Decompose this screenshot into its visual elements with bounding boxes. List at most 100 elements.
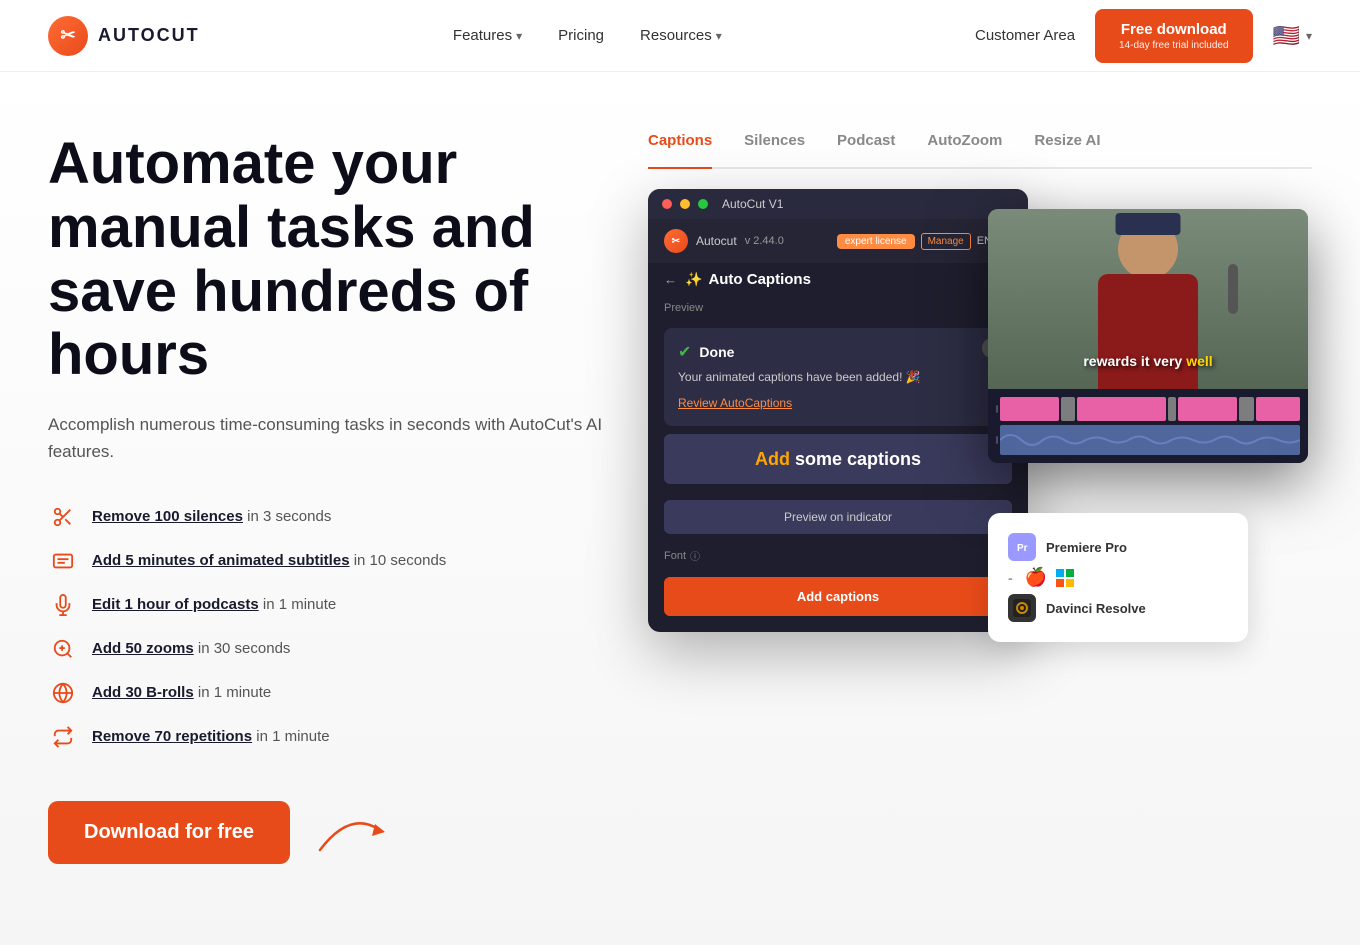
- app-panel: AutoCut V1 ✂ Autocut v 2.44.0 expert lic…: [648, 189, 1028, 632]
- zoom-icon: [48, 634, 78, 664]
- nav-logo[interactable]: ✂ AUTOCUT: [48, 16, 200, 56]
- resources-chevron-icon: ▾: [716, 29, 722, 43]
- timeline-block: [1178, 397, 1237, 421]
- done-message: Your animated captions have been added! …: [678, 370, 998, 384]
- manage-button[interactable]: Manage: [921, 233, 971, 250]
- nav-links: Features ▾ Pricing Resources ▾: [453, 27, 722, 44]
- tab-podcast[interactable]: Podcast: [837, 132, 895, 159]
- logo-text: AUTOCUT: [98, 25, 200, 46]
- lang-chevron-icon: ▾: [1306, 29, 1312, 43]
- timeline-block: [1000, 397, 1059, 421]
- app-name: Autocut: [696, 234, 737, 248]
- minimize-dot: [680, 199, 690, 209]
- info-icon: ⓘ: [690, 548, 700, 563]
- compat-divider: - 🍎: [1008, 565, 1228, 590]
- tab-resize-ai[interactable]: Resize AI: [1034, 132, 1100, 159]
- app-header-right: expert license Manage EN ⋮: [837, 233, 1012, 250]
- caption-word-highlight: well: [1186, 353, 1212, 369]
- preview-word-highlight: Add: [755, 449, 790, 470]
- license-badge: expert license: [837, 234, 915, 249]
- free-download-button[interactable]: Free download 14-day free trial included: [1095, 9, 1253, 63]
- timeline-block: [1077, 397, 1165, 421]
- nav-features[interactable]: Features ▾: [453, 27, 522, 44]
- hero-subtitle: Accomplish numerous time-consuming tasks…: [48, 411, 608, 465]
- language-selector[interactable]: 🇺🇸 ▾: [1273, 23, 1312, 49]
- timeline-block: [1168, 397, 1177, 421]
- preview-on-indicator-button[interactable]: Preview on indicator: [664, 500, 1012, 534]
- font-row: Font ⓘ: [648, 542, 1028, 569]
- scissors-icon: [48, 502, 78, 532]
- app-titlebar: AutoCut V1: [648, 189, 1028, 219]
- app-nav-row: ← ✨ Auto Captions: [648, 263, 1028, 296]
- hero-right: Captions Silences Podcast AutoZoom Resiz…: [648, 132, 1312, 632]
- repeat-icon: [48, 722, 78, 752]
- timeline-strip: [988, 389, 1308, 463]
- add-captions-button[interactable]: Add captions: [664, 577, 1012, 616]
- list-item: Remove 70 repetitions in 1 minute: [48, 722, 608, 752]
- feature-link-podcasts[interactable]: Edit 1 hour of podcasts: [92, 596, 259, 613]
- customer-area-link[interactable]: Customer Area: [975, 27, 1075, 44]
- list-item: Add 30 B-rolls in 1 minute: [48, 678, 608, 708]
- features-list: Remove 100 silences in 3 seconds Add 5 m…: [48, 502, 608, 752]
- titlebar-text: AutoCut V1: [722, 197, 783, 211]
- tab-silences[interactable]: Silences: [744, 132, 805, 159]
- compat-row-premiere: Pr Premiere Pro: [1008, 529, 1228, 565]
- screenshot-area: AutoCut V1 ✂ Autocut v 2.44.0 expert lic…: [648, 189, 1312, 632]
- app-logo-row: ✂ Autocut v 2.44.0: [664, 229, 784, 253]
- premiere-label: Premiere Pro: [1046, 540, 1127, 555]
- captions-icon: [48, 546, 78, 576]
- davinci-logo-icon: [1008, 594, 1036, 622]
- hero-section: Automate your manual tasks and save hund…: [0, 72, 1360, 945]
- windows-icon: [1055, 568, 1075, 588]
- app-version: v 2.44.0: [745, 235, 784, 247]
- timeline-row-2: [996, 425, 1300, 455]
- podcast-icon: [48, 590, 78, 620]
- broll-icon: [48, 678, 78, 708]
- nav-pricing[interactable]: Pricing: [558, 27, 604, 44]
- timeline-tick: [996, 405, 998, 413]
- close-dot: [662, 199, 672, 209]
- timeline-block: [1256, 397, 1300, 421]
- flag-icon: 🇺🇸: [1273, 23, 1300, 49]
- tabs-row: Captions Silences Podcast AutoZoom Resiz…: [648, 132, 1312, 169]
- done-popup: ✕ ✔ Done Your animated captions have bee…: [664, 328, 1012, 426]
- preview-text-overlay: Add some captions: [755, 449, 921, 470]
- preview-video-strip: Add some captions: [664, 434, 1012, 484]
- feature-link-repetitions[interactable]: Remove 70 repetitions: [92, 728, 252, 745]
- svg-text:Pr: Pr: [1017, 543, 1028, 554]
- wand-icon: ✨: [685, 271, 702, 288]
- app-logo-badge: ✂: [664, 229, 688, 253]
- feature-link-subtitles[interactable]: Add 5 minutes of animated subtitles: [92, 552, 350, 569]
- video-panel: rewards it very well: [988, 209, 1308, 463]
- timeline-waveform: [1000, 425, 1300, 455]
- features-chevron-icon: ▾: [516, 29, 522, 43]
- tab-autozoom[interactable]: AutoZoom: [927, 132, 1002, 159]
- tab-captions[interactable]: Captions: [648, 132, 712, 159]
- caption-word-1: rewards it very: [1083, 353, 1182, 369]
- download-for-free-button[interactable]: Download for free: [48, 801, 290, 864]
- video-thumbnail: rewards it very well: [988, 209, 1308, 389]
- hero-title: Automate your manual tasks and save hund…: [48, 132, 608, 387]
- nav-right: Customer Area Free download 14-day free …: [975, 9, 1312, 63]
- feature-link-silences[interactable]: Remove 100 silences: [92, 508, 243, 525]
- section-title: Auto Captions: [708, 271, 811, 288]
- done-title: Done: [699, 344, 734, 360]
- list-item: Add 5 minutes of animated subtitles in 1…: [48, 546, 608, 576]
- logo-icon: ✂: [48, 16, 88, 56]
- review-button[interactable]: Review AutoCaptions: [678, 396, 792, 410]
- done-header: ✔ Done: [678, 342, 998, 362]
- compat-row-davinci: Davinci Resolve: [1008, 590, 1228, 626]
- nav-resources[interactable]: Resources ▾: [640, 27, 722, 44]
- download-section: Download for free: [48, 800, 608, 865]
- list-item: Add 50 zooms in 30 seconds: [48, 634, 608, 664]
- timeline-tick: [996, 436, 998, 444]
- feature-link-zooms[interactable]: Add 50 zooms: [92, 640, 194, 657]
- back-arrow-icon[interactable]: ←: [664, 272, 677, 287]
- list-item: Remove 100 silences in 3 seconds: [48, 502, 608, 532]
- list-item: Edit 1 hour of podcasts in 1 minute: [48, 590, 608, 620]
- timeline-row-1: [996, 397, 1300, 421]
- arrow-decoration: [310, 800, 390, 865]
- preview-label: Preview: [648, 296, 1028, 320]
- navbar: ✂ AUTOCUT Features ▾ Pricing Resources ▾…: [0, 0, 1360, 72]
- feature-link-brolls[interactable]: Add 30 B-rolls: [92, 684, 194, 701]
